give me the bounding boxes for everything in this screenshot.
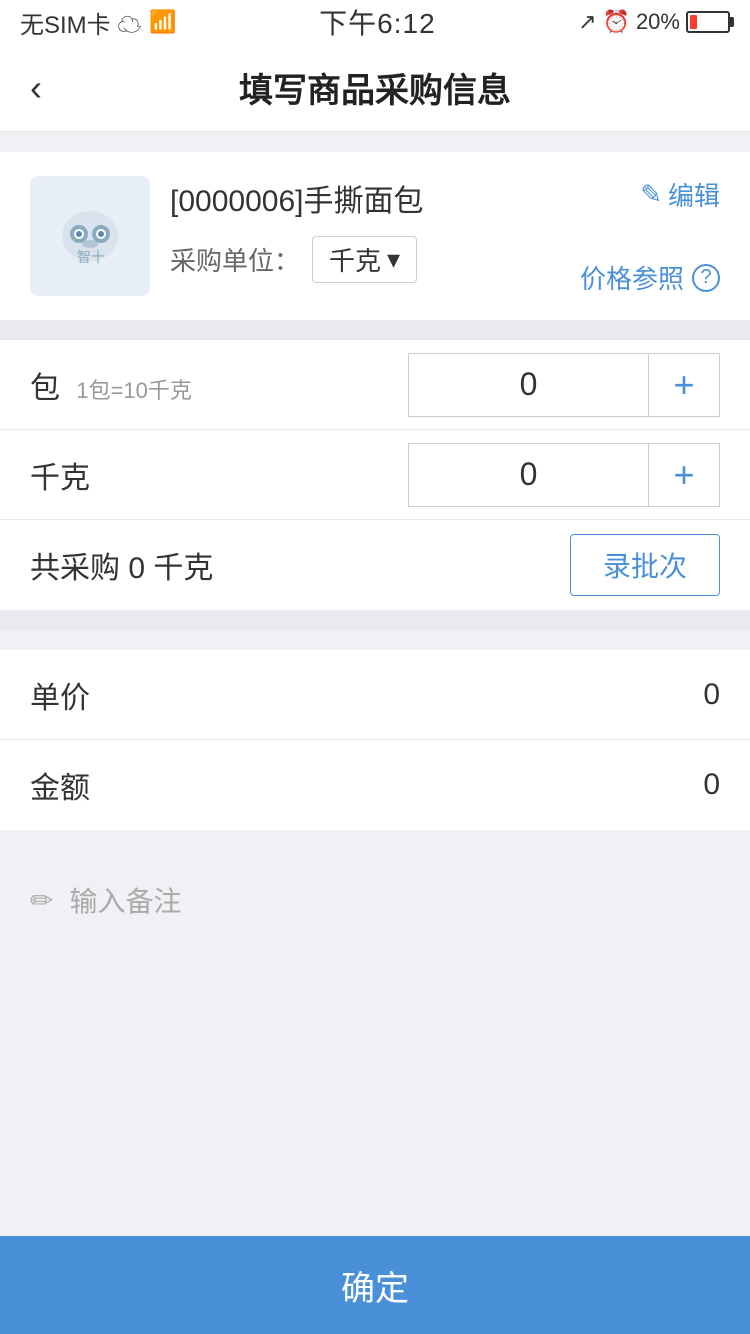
battery-icon (686, 11, 730, 33)
bag-input-row: 包 1包=10千克 + (0, 340, 750, 430)
kg-input-section: 千克 + (0, 430, 750, 520)
summary-text: 共采购 0 千克 (30, 543, 213, 587)
alarm-icon: ⏰ (603, 9, 630, 35)
edit-label: 编辑 (668, 176, 720, 213)
unit-label: 采购单位： (170, 241, 300, 278)
bag-input-controls: + (230, 353, 720, 417)
product-image: 智十 (30, 176, 150, 296)
product-logo: 智十 (50, 206, 130, 266)
edit-button[interactable]: ✎ 编辑 (640, 176, 720, 213)
kg-input-controls: + (230, 443, 720, 507)
summary-row: 共采购 0 千克 录批次 (0, 520, 750, 610)
status-bar: 无SIM卡 ☁ 📶 下午6:12 ↗ ⏰ 20% (0, 0, 750, 44)
divider-band-1 (0, 320, 750, 340)
bag-label-text: 包 (30, 372, 60, 405)
bag-plus-button[interactable]: + (648, 353, 720, 417)
status-left: 无SIM卡 ☁ 📶 (20, 5, 177, 40)
divider-band-2 (0, 610, 750, 630)
status-right: ↗ ⏰ 20% (578, 9, 730, 35)
unit-price-value: 0 (703, 678, 720, 712)
confirm-label: 确定 (341, 1261, 409, 1310)
bag-label: 包 1包=10千克 (30, 363, 230, 407)
bag-sublabel: 1包=10千克 (76, 378, 192, 403)
remark-placeholder: 输入备注 (69, 880, 181, 920)
kg-label: 千克 (30, 453, 230, 497)
unit-price-row: 单价 0 (0, 650, 750, 740)
price-section: 单价 0 金额 0 (0, 650, 750, 830)
amount-label: 金额 (30, 763, 90, 807)
location-icon: ↗ (578, 9, 596, 35)
status-time: 下午6:12 (319, 2, 436, 42)
dropdown-icon: ▾ (387, 244, 400, 275)
amount-row: 金额 0 (0, 740, 750, 830)
confirm-button[interactable]: 确定 (0, 1236, 750, 1334)
edit-icon: ✎ (640, 179, 662, 210)
remark-section[interactable]: ✏ 输入备注 (0, 850, 750, 950)
kg-input-row: 千克 + (0, 430, 750, 520)
price-ref-button[interactable]: 价格参照 ? (580, 259, 720, 296)
bag-input[interactable] (408, 353, 648, 417)
battery-fill (690, 15, 697, 29)
kg-plus-button[interactable]: + (648, 443, 720, 507)
bag-input-section: 包 1包=10千克 + (0, 340, 750, 430)
kg-label-text: 千克 (30, 462, 90, 495)
nav-bar: ‹ 填写商品采购信息 (0, 44, 750, 132)
unit-select[interactable]: 千克 ▾ (312, 236, 417, 283)
amount-value: 0 (703, 768, 720, 802)
product-name: [0000006]手撕面包 (170, 176, 720, 220)
battery-percent: 20% (636, 9, 680, 35)
page-title: 填写商品采购信息 (239, 63, 511, 112)
unit-price-label: 单价 (30, 673, 90, 717)
svg-text:智十: 智十 (77, 249, 105, 265)
help-icon: ? (692, 264, 720, 292)
product-card: 智十 [0000006]手撕面包 采购单位： 千克 ▾ ✎ 编辑 价格参照 ? (0, 152, 750, 320)
pencil-icon: ✏ (30, 884, 53, 917)
batch-button[interactable]: 录批次 (570, 534, 720, 596)
back-button[interactable]: ‹ (30, 67, 42, 109)
wifi-icon: 📶 (149, 9, 176, 35)
unit-value: 千克 (329, 241, 381, 278)
price-ref-label: 价格参照 (580, 259, 684, 296)
kg-input[interactable] (408, 443, 648, 507)
sim-status: 无SIM卡 ☁ (20, 5, 141, 40)
